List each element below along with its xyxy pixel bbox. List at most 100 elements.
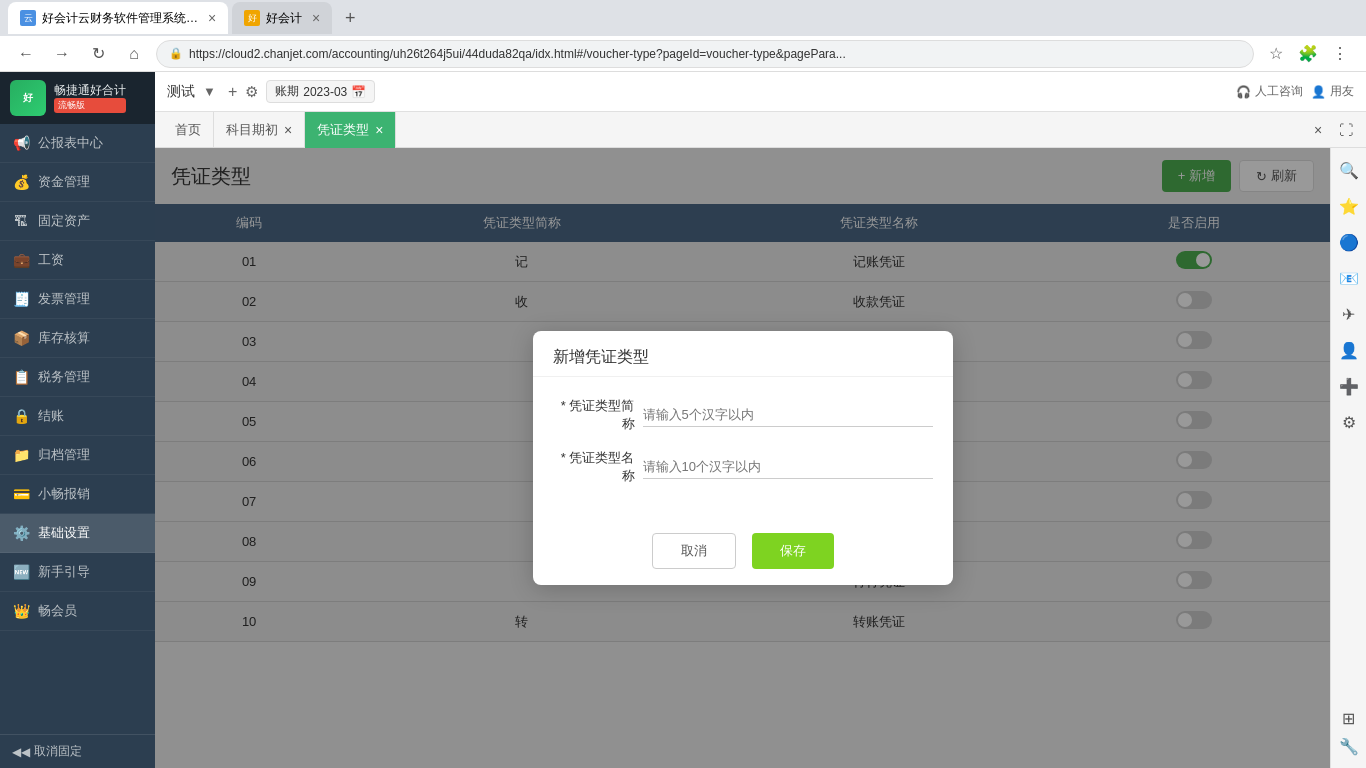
tab2-title: 好会计 [266,10,302,27]
tab-subjects[interactable]: 科目期初 × [214,112,305,148]
sidebar-item-close[interactable]: 🔒 结账 [0,397,155,436]
right-send-icon[interactable]: ✈ [1335,300,1363,328]
url-text: https://cloud2.chanjet.com/accounting/uh… [189,47,846,61]
right-add-icon[interactable]: ➕ [1335,372,1363,400]
modal-overlay: 新增凭证类型 * 凭证类型简称 * 凭证类型名称 [155,148,1330,768]
extensions-btn[interactable]: 🧩 [1294,40,1322,68]
tab-voucher-type-label: 凭证类型 [317,121,369,139]
sidebar-item-guide[interactable]: 🆕 新手引导 [0,553,155,592]
short-label: * 凭证类型简称 [553,397,643,433]
tab2-close-btn[interactable]: × [312,10,320,26]
sidebar-header: 好 畅捷通好合计 流畅版 [0,72,155,124]
sidebar-version-badge: 流畅版 [54,98,126,113]
fund-icon: 💰 [12,173,30,191]
sidebar-label-announcement: 公报表中心 [38,134,103,152]
right-user-icon[interactable]: 👤 [1335,336,1363,364]
calendar-icon[interactable]: 📅 [351,85,366,99]
user-avatar-icon: 👤 [1311,85,1326,99]
tab-title: 好会计云财务软件管理系统_会计 [42,10,202,27]
tab-subjects-close[interactable]: × [284,122,292,138]
tab-close-btn[interactable]: × [208,10,216,26]
user-label: 用友 [1330,83,1354,100]
tab2-favicon: 好 [244,10,260,26]
save-button[interactable]: 保存 [752,533,834,569]
right-settings-icon[interactable]: 🔧 [1335,732,1363,760]
tab-home-label: 首页 [175,121,201,139]
sidebar-item-fund[interactable]: 💰 资金管理 [0,163,155,202]
right-grid-icon[interactable]: ⊞ [1335,704,1363,732]
sidebar-label-expense: 小畅报销 [38,485,90,503]
modal-dialog: 新增凭证类型 * 凭证类型简称 * 凭证类型名称 [533,331,953,585]
refresh-btn[interactable]: ↻ [84,40,112,68]
announcement-icon: 📢 [12,134,30,152]
form-row-short: * 凭证类型简称 [553,397,933,433]
browser-tab-inactive[interactable]: 好 好会计 × [232,2,332,34]
right-mail-icon[interactable]: 📧 [1335,264,1363,292]
tab-voucher-type-close[interactable]: × [375,122,383,138]
tab-voucher-type[interactable]: 凭证类型 × [305,112,396,148]
headset-icon: 🎧 [1236,85,1251,99]
tab-subjects-label: 科目期初 [226,121,278,139]
sidebar-item-fixed-assets[interactable]: 🏗 固定资产 [0,202,155,241]
collapse-icon[interactable]: × [1306,118,1330,142]
archive-icon: 📁 [12,446,30,464]
right-panel-bottom: ⊞ 🔧 [1335,704,1363,760]
sidebar-item-invoice[interactable]: 🧾 发票管理 [0,280,155,319]
add-workspace-icon[interactable]: + [228,83,237,101]
workspace-dropdown-icon[interactable]: ▼ [203,84,216,99]
sidebar-item-inventory[interactable]: 📦 库存核算 [0,319,155,358]
browser-tab-active[interactable]: 云 好会计云财务软件管理系统_会计 × [8,2,228,34]
maximize-icon[interactable]: ⛶ [1334,118,1358,142]
sidebar-item-tax[interactable]: 📋 税务管理 [0,358,155,397]
tab-home[interactable]: 首页 [163,112,214,148]
unpin-btn[interactable]: ◀◀ 取消固定 [12,743,143,760]
browser-actions: ☆ 🧩 ⋮ [1262,40,1354,68]
sidebar-item-announcement[interactable]: 📢 公报表中心 [0,124,155,163]
main-area: 测试 ▼ + ⚙ 账期 2023-03 📅 🎧 人工咨询 👤 用友 [155,72,1366,768]
service-btn[interactable]: 🎧 人工咨询 [1236,83,1303,100]
service-label: 人工咨询 [1255,83,1303,100]
sidebar-label-member: 畅会员 [38,602,77,620]
name-label: * 凭证类型名称 [553,449,643,485]
name-input[interactable] [643,455,933,479]
period-value: 2023-03 [303,85,347,99]
right-search-icon[interactable]: 🔍 [1335,156,1363,184]
sidebar-item-archive[interactable]: 📁 归档管理 [0,436,155,475]
modal-header: 新增凭证类型 [533,331,953,377]
sidebar-menu: 📢 公报表中心 💰 资金管理 🏗 固定资产 💼 工资 🧾 发票管理 📦 [0,124,155,734]
bookmark-btn[interactable]: ☆ [1262,40,1290,68]
user-btn[interactable]: 👤 用友 [1311,83,1354,100]
right-star-icon[interactable]: ⭐ [1335,192,1363,220]
top-bar: 测试 ▼ + ⚙ 账期 2023-03 📅 🎧 人工咨询 👤 用友 [155,72,1366,112]
modal-footer: 取消 保存 [533,521,953,585]
cancel-button[interactable]: 取消 [652,533,736,569]
period-label: 账期 [275,83,299,100]
right-gear-icon[interactable]: ⚙ [1335,408,1363,436]
back-btn[interactable]: ← [12,40,40,68]
url-input[interactable]: 🔒 https://cloud2.chanjet.com/accounting/… [156,40,1254,68]
sidebar-brand-name: 畅捷通好合计 [54,83,126,99]
sidebar-label-invoice: 发票管理 [38,290,90,308]
home-btn[interactable]: ⌂ [120,40,148,68]
sidebar-label-close: 结账 [38,407,64,425]
modal-title: 新增凭证类型 [553,348,649,365]
sidebar-brand-info: 畅捷通好合计 流畅版 [54,83,126,114]
sidebar-item-settings[interactable]: ⚙️ 基础设置 [0,514,155,553]
sidebar-item-salary[interactable]: 💼 工资 [0,241,155,280]
settings-menu-btn[interactable]: ⋮ [1326,40,1354,68]
guide-icon: 🆕 [12,563,30,581]
sidebar-label-fund: 资金管理 [38,173,90,191]
right-panel: 🔍 ⭐ 🔵 📧 ✈ 👤 ➕ ⚙ ⊞ 🔧 [1330,148,1366,768]
right-circle-icon[interactable]: 🔵 [1335,228,1363,256]
sidebar-label-archive: 归档管理 [38,446,90,464]
sidebar-item-expense[interactable]: 💳 小畅报销 [0,475,155,514]
invoice-icon: 🧾 [12,290,30,308]
expand-btn: × ⛶ [1306,118,1358,142]
sidebar-item-member[interactable]: 👑 畅会员 [0,592,155,631]
sidebar-label-inventory: 库存核算 [38,329,90,347]
forward-btn[interactable]: → [48,40,76,68]
short-input[interactable] [643,403,933,427]
new-tab-btn[interactable]: + [336,4,364,32]
settings-gear-icon[interactable]: ⚙ [245,83,258,101]
address-bar: ← → ↻ ⌂ 🔒 https://cloud2.chanjet.com/acc… [0,36,1366,72]
